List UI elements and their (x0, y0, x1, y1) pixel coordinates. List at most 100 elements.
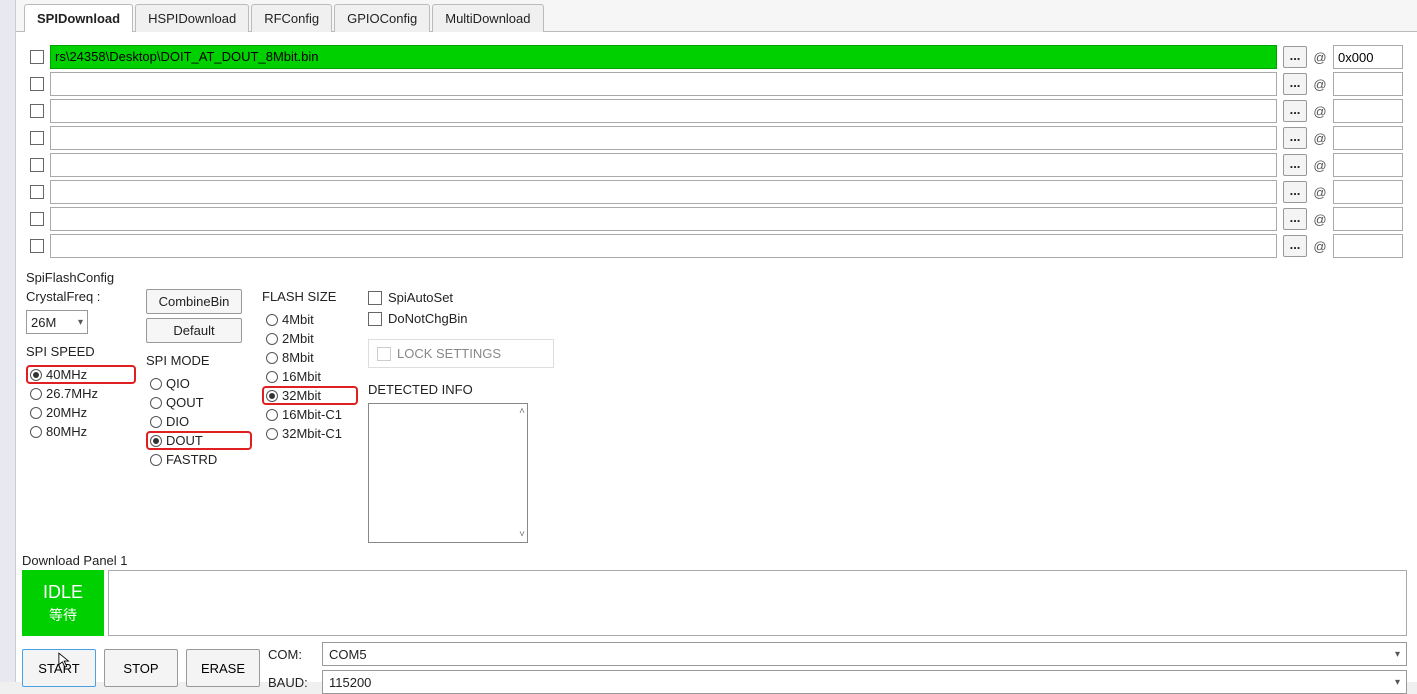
chevron-down-icon: ▾ (1395, 649, 1400, 660)
radio-icon (30, 407, 42, 419)
lock-settings-checkbox[interactable]: LOCK SETTINGS (368, 339, 554, 368)
file-enable-checkbox[interactable] (30, 239, 44, 253)
spi-mode-option-label: QIO (166, 376, 190, 391)
spi-speed-option[interactable]: 40MHz (26, 365, 136, 384)
file-enable-checkbox[interactable] (30, 185, 44, 199)
address-input[interactable] (1333, 72, 1403, 96)
lock-settings-label: LOCK SETTINGS (397, 346, 501, 361)
file-path-input[interactable] (50, 126, 1277, 150)
detected-info-label: DETECTED INFO (368, 382, 568, 397)
file-path-input[interactable] (50, 234, 1277, 258)
spi-mode-option[interactable]: DIO (146, 412, 252, 431)
file-enable-checkbox[interactable] (30, 212, 44, 226)
file-enable-checkbox[interactable] (30, 131, 44, 145)
start-button[interactable]: START (22, 649, 96, 687)
browse-button[interactable]: ... (1283, 127, 1307, 149)
tab-multidownload[interactable]: MultiDownload (432, 4, 543, 32)
spi-speed-option[interactable]: 20MHz (26, 403, 136, 422)
browse-button[interactable]: ... (1283, 154, 1307, 176)
flash-size-option[interactable]: 32Mbit (262, 386, 358, 405)
radio-icon (266, 371, 278, 383)
spi-mode-option-label: FASTRD (166, 452, 217, 467)
download-panel-title: Download Panel 1 (22, 551, 1407, 570)
browse-button[interactable]: ... (1283, 100, 1307, 122)
file-path-input[interactable] (50, 99, 1277, 123)
spi-mode-option[interactable]: QOUT (146, 393, 252, 412)
flash-size-label: FLASH SIZE (262, 289, 358, 304)
address-input[interactable] (1333, 153, 1403, 177)
spi-mode-option-label: DIO (166, 414, 189, 429)
com-port-select[interactable]: COM5 ▾ (322, 642, 1407, 666)
radio-icon (30, 426, 42, 438)
file-list: rs\24358\Desktop\DOIT_AT_DOUT_8Mbit.bin.… (16, 32, 1417, 264)
flash-size-option[interactable]: 16Mbit (262, 367, 358, 386)
flash-size-option-label: 32Mbit (282, 388, 321, 403)
tab-spidownload[interactable]: SPIDownload (24, 4, 133, 32)
spi-mode-option-label: DOUT (166, 433, 203, 448)
file-row: ... @ (30, 233, 1403, 259)
do-not-chg-bin-checkbox[interactable]: DoNotChgBin (368, 310, 568, 327)
spi-mode-option[interactable]: DOUT (146, 431, 252, 450)
file-enable-checkbox[interactable] (30, 50, 44, 64)
address-input[interactable] (1333, 45, 1403, 69)
detected-info-box: ˄ ˅ (368, 403, 528, 543)
file-enable-checkbox[interactable] (30, 158, 44, 172)
address-input[interactable] (1333, 99, 1403, 123)
browse-button[interactable]: ... (1283, 181, 1307, 203)
at-symbol: @ (1313, 239, 1327, 254)
address-input[interactable] (1333, 180, 1403, 204)
file-path-input[interactable] (50, 153, 1277, 177)
control-bar: START STOP ERASE COM: COM5 ▾ BAUD: 11520… (22, 642, 1407, 694)
browse-button[interactable]: ... (1283, 235, 1307, 257)
baud-rate-select[interactable]: 115200 ▾ (322, 670, 1407, 694)
spi-speed-label: SPI SPEED (26, 344, 136, 359)
default-button[interactable]: Default (146, 318, 242, 343)
file-path-input[interactable] (50, 180, 1277, 204)
radio-icon (150, 397, 162, 409)
tab-hspidownload[interactable]: HSPIDownload (135, 4, 249, 32)
spi-mode-label: SPI MODE (146, 353, 252, 368)
scroll-up-icon[interactable]: ˄ (519, 406, 525, 417)
address-input[interactable] (1333, 234, 1403, 258)
spi-auto-set-checkbox[interactable]: SpiAutoSet (368, 289, 568, 306)
combine-bin-button[interactable]: CombineBin (146, 289, 242, 314)
spi-mode-option[interactable]: FASTRD (146, 450, 252, 469)
radio-icon (266, 352, 278, 364)
crystal-freq-select[interactable]: 26M ▾ (26, 310, 88, 334)
radio-icon (266, 333, 278, 345)
browse-button[interactable]: ... (1283, 46, 1307, 68)
flash-size-option[interactable]: 2Mbit (262, 329, 358, 348)
status-sub: 等待 (49, 605, 77, 625)
address-input[interactable] (1333, 207, 1403, 231)
file-path-input[interactable]: rs\24358\Desktop\DOIT_AT_DOUT_8Mbit.bin (50, 45, 1277, 69)
radio-icon (266, 428, 278, 440)
spi-speed-option-label: 80MHz (46, 424, 87, 439)
spi-speed-option[interactable]: 26.7MHz (26, 384, 136, 403)
erase-button[interactable]: ERASE (186, 649, 260, 687)
file-path-input[interactable] (50, 72, 1277, 96)
flash-size-option[interactable]: 32Mbit-C1 (262, 424, 358, 443)
flash-size-option[interactable]: 8Mbit (262, 348, 358, 367)
stop-button[interactable]: STOP (104, 649, 178, 687)
file-path-input[interactable] (50, 207, 1277, 231)
browse-button[interactable]: ... (1283, 208, 1307, 230)
baud-value: 115200 (329, 675, 371, 690)
radio-icon (150, 435, 162, 447)
spi-speed-option[interactable]: 80MHz (26, 422, 136, 441)
tab-rfconfig[interactable]: RFConfig (251, 4, 332, 32)
checkbox-icon (368, 312, 382, 326)
browse-button[interactable]: ... (1283, 73, 1307, 95)
file-row: ...@ (30, 125, 1403, 151)
at-symbol: @ (1313, 212, 1327, 227)
spi-mode-option[interactable]: QIO (146, 374, 252, 393)
file-enable-checkbox[interactable] (30, 77, 44, 91)
address-input[interactable] (1333, 126, 1403, 150)
at-symbol: @ (1313, 50, 1327, 65)
radio-icon (150, 378, 162, 390)
tab-gpioconfig[interactable]: GPIOConfig (334, 4, 430, 32)
file-enable-checkbox[interactable] (30, 104, 44, 118)
flash-size-option[interactable]: 16Mbit-C1 (262, 405, 358, 424)
status-badge: IDLE 等待 (22, 570, 104, 636)
flash-size-option[interactable]: 4Mbit (262, 310, 358, 329)
scroll-down-icon[interactable]: ˅ (519, 529, 525, 540)
